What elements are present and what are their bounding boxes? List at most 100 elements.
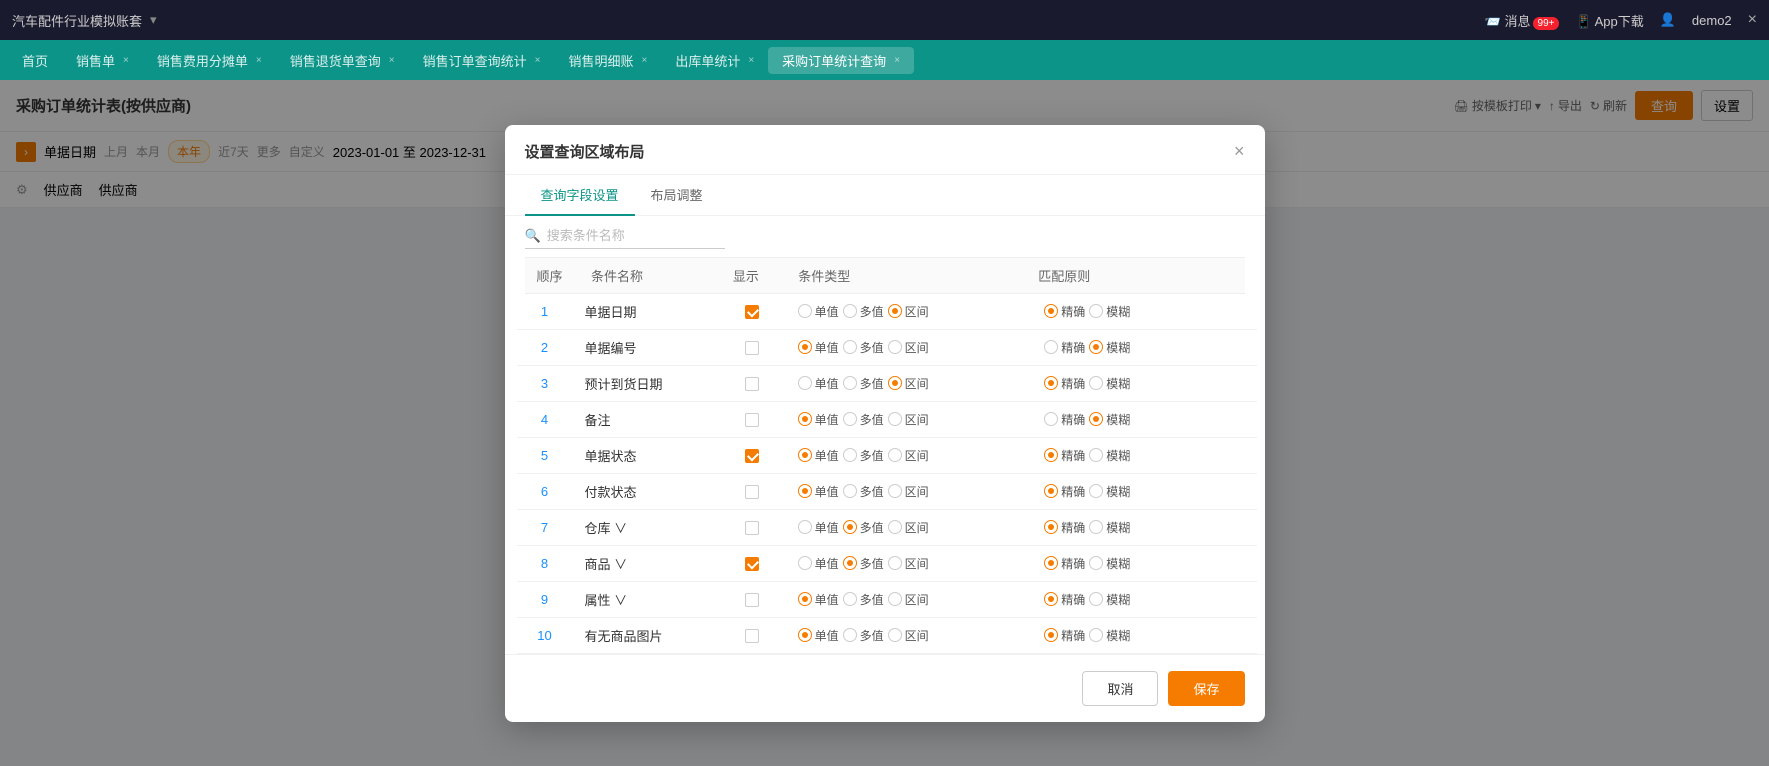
nav-tab-salesfee[interactable]: 销售费用分摊单 × xyxy=(143,47,276,74)
radio-dot-icon[interactable] xyxy=(888,376,902,390)
match-radio-option[interactable]: 模糊 xyxy=(1089,519,1130,536)
type-radio-option[interactable]: 区间 xyxy=(888,375,929,392)
type-radio-option[interactable]: 区间 xyxy=(888,591,929,608)
match-radio-option[interactable]: 精确 xyxy=(1044,303,1085,320)
match-radio-option[interactable]: 模糊 xyxy=(1089,483,1130,500)
type-radio-option[interactable]: 单值 xyxy=(798,447,839,464)
type-radio-option[interactable]: 单值 xyxy=(798,591,839,608)
type-radio-option[interactable]: 多值 xyxy=(843,483,884,500)
match-radio-option[interactable]: 模糊 xyxy=(1089,591,1130,608)
match-radio-option[interactable]: 精确 xyxy=(1044,627,1085,644)
app-download[interactable]: 📱 App下载 xyxy=(1575,11,1643,30)
radio-dot-icon[interactable] xyxy=(798,520,812,534)
radio-dot-icon[interactable] xyxy=(1089,556,1103,570)
radio-dot-icon[interactable] xyxy=(843,448,857,462)
topbar-close-button[interactable]: × xyxy=(1748,11,1757,29)
show-checkbox[interactable] xyxy=(745,521,759,535)
radio-dot-icon[interactable] xyxy=(1044,592,1058,606)
type-radio-option[interactable]: 单值 xyxy=(798,411,839,428)
match-radio-option[interactable]: 模糊 xyxy=(1089,339,1130,356)
type-radio-option[interactable]: 区间 xyxy=(888,519,929,536)
tab-field-settings[interactable]: 查询字段设置 xyxy=(525,175,635,216)
show-checkbox[interactable] xyxy=(745,413,759,427)
radio-dot-icon[interactable] xyxy=(798,556,812,570)
radio-dot-icon[interactable] xyxy=(1044,340,1058,354)
type-radio-option[interactable]: 多值 xyxy=(843,375,884,392)
dialog-close-button[interactable]: × xyxy=(1234,142,1245,160)
match-radio-option[interactable]: 模糊 xyxy=(1089,447,1130,464)
type-radio-option[interactable]: 单值 xyxy=(798,375,839,392)
radio-dot-icon[interactable] xyxy=(1044,448,1058,462)
type-radio-option[interactable]: 单值 xyxy=(798,627,839,644)
type-radio-option[interactable]: 多值 xyxy=(843,411,884,428)
radio-dot-icon[interactable] xyxy=(888,592,902,606)
radio-dot-icon[interactable] xyxy=(843,556,857,570)
type-radio-option[interactable]: 单值 xyxy=(798,555,839,572)
radio-dot-icon[interactable] xyxy=(888,556,902,570)
radio-dot-icon[interactable] xyxy=(798,340,812,354)
match-radio-option[interactable]: 精确 xyxy=(1044,447,1085,464)
show-checkbox[interactable] xyxy=(745,485,759,499)
radio-dot-icon[interactable] xyxy=(843,484,857,498)
nav-tab-home[interactable]: 首页 xyxy=(8,47,62,74)
show-checkbox[interactable] xyxy=(745,449,759,463)
show-checkbox[interactable] xyxy=(745,305,759,319)
cancel-button[interactable]: 取消 xyxy=(1082,671,1158,706)
type-radio-option[interactable]: 单值 xyxy=(798,519,839,536)
radio-dot-icon[interactable] xyxy=(843,304,857,318)
radio-dot-icon[interactable] xyxy=(843,376,857,390)
match-radio-option[interactable]: 精确 xyxy=(1044,519,1085,536)
match-radio-option[interactable]: 模糊 xyxy=(1089,411,1130,428)
row-show-cell[interactable] xyxy=(718,329,785,365)
type-radio-option[interactable]: 多值 xyxy=(843,555,884,572)
match-radio-option[interactable]: 模糊 xyxy=(1089,555,1130,572)
radio-dot-icon[interactable] xyxy=(1044,304,1058,318)
type-radio-option[interactable]: 区间 xyxy=(888,627,929,644)
tab-layout-adjust[interactable]: 布局调整 xyxy=(635,175,719,216)
radio-dot-icon[interactable] xyxy=(798,484,812,498)
radio-dot-icon[interactable] xyxy=(798,448,812,462)
show-checkbox[interactable] xyxy=(745,377,759,391)
type-radio-option[interactable]: 多值 xyxy=(843,627,884,644)
radio-dot-icon[interactable] xyxy=(888,304,902,318)
radio-dot-icon[interactable] xyxy=(1089,592,1103,606)
radio-dot-icon[interactable] xyxy=(843,340,857,354)
type-radio-option[interactable]: 区间 xyxy=(888,303,929,320)
radio-dot-icon[interactable] xyxy=(798,304,812,318)
radio-dot-icon[interactable] xyxy=(1089,448,1103,462)
match-radio-option[interactable]: 模糊 xyxy=(1089,303,1130,320)
radio-dot-icon[interactable] xyxy=(888,448,902,462)
nav-tab-salesdetail[interactable]: 销售明细账 × xyxy=(554,47,661,74)
radio-dot-icon[interactable] xyxy=(798,376,812,390)
save-button[interactable]: 保存 xyxy=(1168,671,1244,706)
type-radio-option[interactable]: 区间 xyxy=(888,447,929,464)
nav-tab-salesorder[interactable]: 销售订单查询统计 × xyxy=(409,47,555,74)
type-radio-option[interactable]: 多值 xyxy=(843,447,884,464)
radio-dot-icon[interactable] xyxy=(843,412,857,426)
row-show-cell[interactable] xyxy=(718,294,785,330)
match-radio-option[interactable]: 精确 xyxy=(1044,483,1085,500)
type-radio-option[interactable]: 区间 xyxy=(888,555,929,572)
radio-dot-icon[interactable] xyxy=(1089,484,1103,498)
radio-dot-icon[interactable] xyxy=(1089,412,1103,426)
match-radio-option[interactable]: 精确 xyxy=(1044,555,1085,572)
radio-dot-icon[interactable] xyxy=(1044,376,1058,390)
radio-dot-icon[interactable] xyxy=(888,484,902,498)
nav-tab-salesreturn[interactable]: 销售退货单查询 × xyxy=(276,47,409,74)
radio-dot-icon[interactable] xyxy=(1089,376,1103,390)
radio-dot-icon[interactable] xyxy=(843,628,857,642)
match-radio-option[interactable]: 模糊 xyxy=(1089,627,1130,644)
nav-tab-outbound[interactable]: 出库单统计 × xyxy=(661,47,768,74)
radio-dot-icon[interactable] xyxy=(798,628,812,642)
type-radio-option[interactable]: 区间 xyxy=(888,339,929,356)
type-radio-option[interactable]: 多值 xyxy=(843,339,884,356)
search-input[interactable] xyxy=(547,228,725,243)
row-show-cell[interactable] xyxy=(718,545,785,581)
radio-dot-icon[interactable] xyxy=(888,520,902,534)
type-radio-option[interactable]: 区间 xyxy=(888,411,929,428)
message-icon[interactable]: 📨 消息99+ xyxy=(1485,11,1560,30)
radio-dot-icon[interactable] xyxy=(888,340,902,354)
row-show-cell[interactable] xyxy=(718,617,785,653)
type-radio-option[interactable]: 单值 xyxy=(798,483,839,500)
radio-dot-icon[interactable] xyxy=(1044,412,1058,426)
